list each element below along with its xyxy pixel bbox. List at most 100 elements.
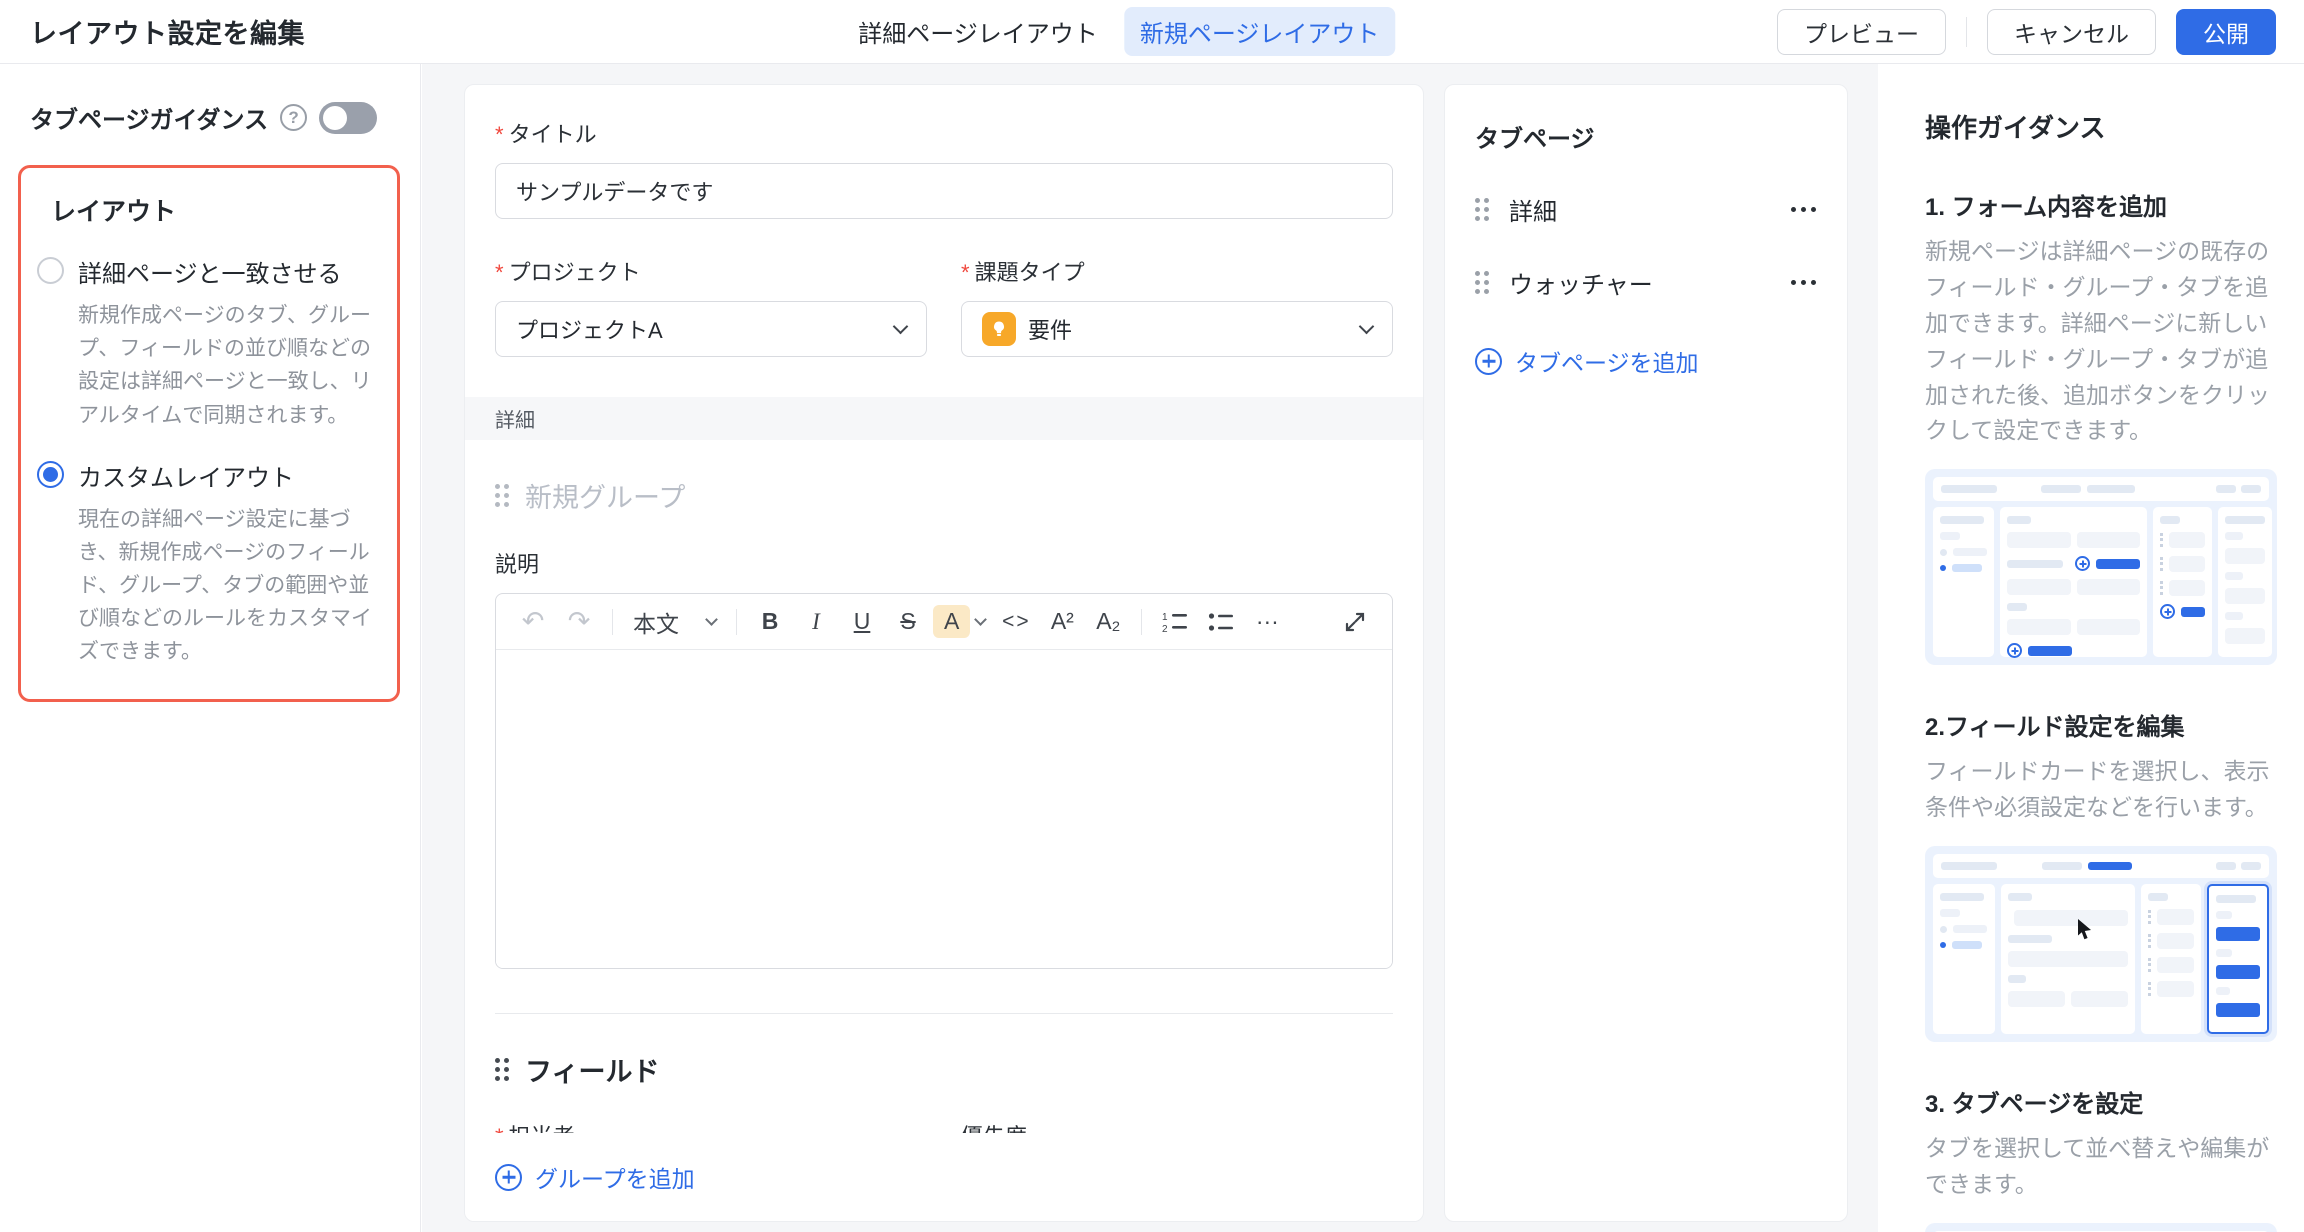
tab-guidance-toggle[interactable] bbox=[319, 101, 378, 134]
form-card-footer: グループを追加 bbox=[465, 1133, 1423, 1221]
chevron-down-icon bbox=[705, 613, 718, 626]
title-field-label: * タイトル bbox=[495, 122, 597, 147]
option-label: 詳細ページと一致させる bbox=[78, 261, 342, 288]
radio-selected-icon[interactable] bbox=[37, 460, 64, 488]
tab-page-label: 詳細 bbox=[1509, 199, 1557, 226]
guidance-step-3-body: タブを選択して並べ替えや編集ができます。 bbox=[1925, 1135, 2270, 1197]
header-actions: プレビュー キャンセル 公開 bbox=[1777, 8, 2276, 55]
undo-icon[interactable]: ↶ bbox=[512, 602, 554, 642]
chevron-down-icon bbox=[1358, 318, 1375, 334]
tab-page-label: ウォッチャー bbox=[1509, 272, 1653, 299]
expand-editor-icon[interactable] bbox=[1334, 602, 1376, 642]
header-bar: レイアウト設定を編集 詳細ページレイアウト 新規ページレイアウト プレビュー キ… bbox=[0, 0, 2304, 64]
tab-page-item-detail[interactable]: 詳細 bbox=[1475, 192, 1817, 227]
issue-type-select[interactable]: 要件 bbox=[961, 301, 1393, 357]
guidance-step-1-body: 新規ページは詳細ページの既存のフィールド・グループ・タブを追加できます。詳細ペー… bbox=[1925, 238, 2270, 444]
toolbar-separator bbox=[1141, 608, 1143, 635]
cancel-button[interactable]: キャンセル bbox=[1987, 8, 2156, 55]
more-menu-icon[interactable] bbox=[1791, 206, 1817, 213]
option-description: 現在の詳細ページ設定に基づき、新規作成ページのフィールド、グループ、タブの範囲や… bbox=[78, 507, 372, 664]
new-group-title: 新規グループ bbox=[525, 483, 686, 513]
add-tab-page-link[interactable]: タブページを追加 bbox=[1475, 344, 1817, 378]
new-page-form-card: * タイトル * プロジェクト プロジェクトA * 課題タイプ 要件 bbox=[464, 84, 1424, 1222]
title-input[interactable] bbox=[495, 163, 1393, 219]
toolbar-separator bbox=[736, 608, 737, 635]
tab-guidance-row: タブページガイダンス ? bbox=[18, 100, 400, 135]
strikethrough-button[interactable]: S bbox=[887, 602, 929, 642]
section-divider bbox=[495, 1013, 1393, 1014]
guidance-step-3-title: 3. タブページを設定 bbox=[1925, 1091, 2144, 1118]
chevron-down-icon bbox=[892, 318, 909, 334]
issue-type-select-value: 要件 bbox=[1028, 318, 1073, 343]
rich-text-editor: ↶ ↷ 本文 B I U S A <> A² A₂ 12 ··· bbox=[495, 593, 1393, 969]
toolbar-separator bbox=[612, 608, 613, 635]
requirement-bulb-icon bbox=[982, 312, 1016, 346]
more-menu-icon[interactable] bbox=[1791, 279, 1817, 286]
paragraph-style-dropdown[interactable]: 本文 bbox=[625, 602, 724, 642]
tab-pages-panel: タブページ 詳細 ウォッチャー タブページを追加 bbox=[1444, 84, 1848, 1222]
required-mark: * bbox=[495, 260, 504, 285]
more-tools-icon[interactable]: ··· bbox=[1246, 602, 1288, 642]
page-title: レイアウト設定を編集 bbox=[30, 19, 305, 49]
tab-pages-title: タブページ bbox=[1475, 126, 1595, 153]
bullet-list-icon[interactable] bbox=[1200, 602, 1242, 642]
chevron-down-icon[interactable] bbox=[974, 613, 988, 626]
project-field-label: * プロジェクト bbox=[495, 260, 641, 285]
option-label: カスタムレイアウト bbox=[78, 464, 294, 492]
drag-handle-icon[interactable] bbox=[1475, 197, 1490, 222]
preview-button[interactable]: プレビュー bbox=[1777, 8, 1946, 55]
bold-button[interactable]: B bbox=[749, 602, 791, 642]
detail-section-tab[interactable]: 詳細 bbox=[465, 397, 1423, 440]
drag-handle-icon[interactable] bbox=[495, 483, 510, 508]
subscript-button[interactable]: A₂ bbox=[1087, 602, 1129, 642]
issue-type-field-label: * 課題タイプ bbox=[961, 260, 1085, 285]
pointer-cursor-icon bbox=[2075, 918, 2095, 945]
layout-option-match-detail[interactable]: 詳細ページと一致させる 新規作成ページのタブ、グループ、フィールドの並び順などの… bbox=[37, 254, 381, 432]
plus-circle-icon bbox=[495, 1163, 522, 1191]
plus-circle-icon bbox=[1475, 347, 1502, 375]
italic-button[interactable]: I bbox=[795, 602, 837, 642]
radio-unselected-icon[interactable] bbox=[37, 257, 64, 284]
tab-guidance-label: タブページガイダンス bbox=[30, 107, 269, 134]
project-select-value: プロジェクトA bbox=[516, 318, 663, 343]
svg-text:2: 2 bbox=[1162, 624, 1168, 634]
operation-guidance-panel: 操作ガイダンス 1. フォーム内容を追加 新規ページは詳細ページの既存のフィール… bbox=[1878, 64, 2304, 1232]
add-group-link[interactable]: グループを追加 bbox=[495, 1160, 695, 1194]
help-icon[interactable]: ? bbox=[280, 104, 308, 131]
superscript-button[interactable]: A² bbox=[1041, 602, 1083, 642]
underline-button[interactable]: U bbox=[841, 602, 883, 642]
left-sidebar: タブページガイダンス ? レイアウト 詳細ページと一致させる 新規作成ページのタ… bbox=[0, 64, 421, 1232]
project-select[interactable]: プロジェクトA bbox=[495, 301, 927, 357]
svg-text:1: 1 bbox=[1162, 612, 1168, 623]
description-editor-area[interactable] bbox=[496, 650, 1392, 968]
redo-icon[interactable]: ↷ bbox=[558, 602, 600, 642]
toggle-knob bbox=[323, 105, 348, 130]
guidance-illustration-1 bbox=[1925, 469, 2277, 666]
drag-handle-icon[interactable] bbox=[495, 1057, 510, 1082]
publish-button[interactable]: 公開 bbox=[2176, 8, 2276, 55]
drag-handle-icon[interactable] bbox=[1475, 270, 1490, 295]
tab-page-item-watcher[interactable]: ウォッチャー bbox=[1475, 265, 1817, 300]
guidance-step-2-title: 2.フィールド設定を編集 bbox=[1925, 714, 2185, 742]
header-divider bbox=[1966, 16, 1967, 47]
guidance-step-1-title: 1. フォーム内容を追加 bbox=[1925, 194, 2167, 221]
layout-option-custom[interactable]: カスタムレイアウト 現在の詳細ページ設定に基づき、新規作成ページのフィールド、グ… bbox=[37, 458, 381, 669]
tab-new-page-layout[interactable]: 新規ページレイアウト bbox=[1123, 7, 1396, 56]
layout-section-title: レイアウト bbox=[51, 198, 177, 226]
required-mark: * bbox=[961, 260, 970, 285]
description-field-label: 説明 bbox=[495, 552, 540, 577]
guidance-title: 操作ガイダンス bbox=[1925, 113, 2106, 143]
fields-section-title: フィールド bbox=[525, 1057, 660, 1087]
tab-detail-page-layout[interactable]: 詳細ページレイアウト bbox=[842, 7, 1114, 56]
editor-toolbar: ↶ ↷ 本文 B I U S A <> A² A₂ 12 ··· bbox=[496, 594, 1392, 650]
layout-mode-tabs: 詳細ページレイアウト 新規ページレイアウト bbox=[842, 7, 1396, 56]
option-description: 新規作成ページのタブ、グループ、フィールドの並び順などの設定は詳細ページと一致し… bbox=[78, 304, 372, 427]
guidance-illustration-3 bbox=[1925, 1222, 2277, 1232]
ordered-list-icon[interactable]: 12 bbox=[1154, 602, 1196, 642]
font-color-button[interactable]: A bbox=[933, 605, 971, 638]
guidance-step-2-body: フィールドカードを選択し、表示条件や必須設定などを行います。 bbox=[1925, 758, 2270, 821]
required-mark: * bbox=[495, 122, 504, 147]
guidance-illustration-2 bbox=[1925, 846, 2277, 1042]
layout-options-highlight-box: レイアウト 詳細ページと一致させる 新規作成ページのタブ、グループ、フィールドの… bbox=[18, 165, 400, 702]
code-button[interactable]: <> bbox=[995, 602, 1037, 642]
